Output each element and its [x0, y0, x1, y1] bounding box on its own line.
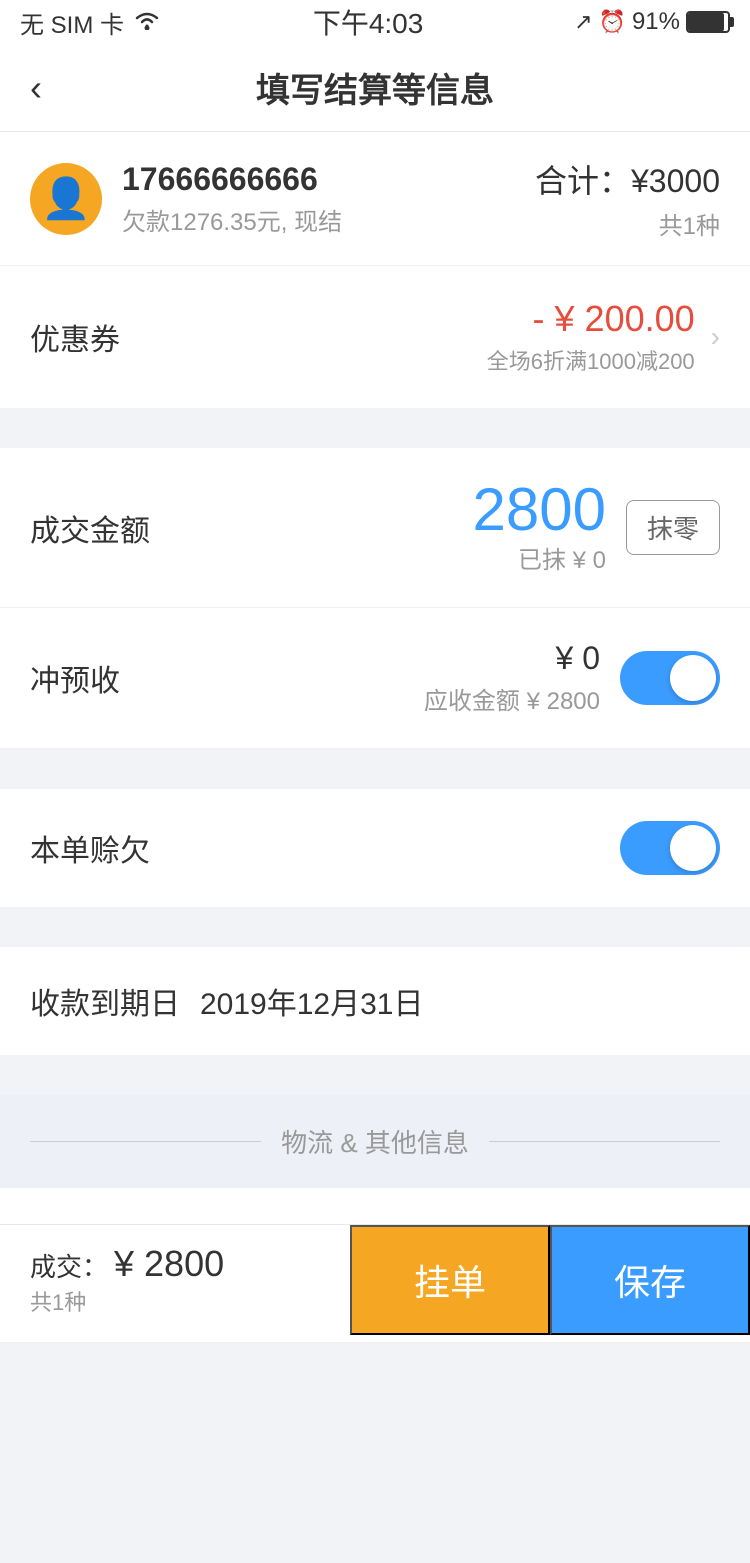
user-icon: 👤 — [41, 175, 91, 222]
duedate-label: 收款到期日 — [30, 979, 180, 1023]
status-right: ↗ ⏰ 91% — [574, 8, 730, 36]
gray-divider-4 — [0, 1075, 750, 1095]
chongyu-label: 冲预收 — [30, 656, 120, 700]
benshanqiaoqian-row: 本单赊欠 — [0, 789, 750, 907]
chongyu-amount: ¥ 0 — [424, 640, 600, 677]
logistics-label: 物流 & 其他信息 — [261, 1123, 489, 1160]
customer-sub-info: 欠款1276.35元, 现结 — [122, 202, 342, 237]
logistics-line-left — [30, 1141, 261, 1142]
duedate-row: 收款到期日 2019年12月31日 — [0, 947, 750, 1055]
location-icon: ↗ — [574, 9, 592, 35]
coupon-desc: 全场6折满1000减200 — [487, 344, 695, 376]
footer: 成交： ¥ 2800 共1种 挂单 保存 — [0, 1224, 750, 1334]
customer-left: 👤 17666666666 欠款1276.35元, 现结 — [30, 161, 342, 237]
save-button[interactable]: 保存 — [550, 1225, 750, 1335]
hang-order-button[interactable]: 挂单 — [350, 1225, 550, 1335]
logistics-line-right — [489, 1141, 720, 1142]
footer-info: 成交： ¥ 2800 共1种 — [0, 1243, 350, 1317]
coupon-chevron-icon: › — [711, 321, 720, 353]
alarm-icon: ⏰ — [599, 9, 626, 35]
benshanqiaoqian-label: 本单赊欠 — [30, 826, 150, 870]
sim-text: 无 SIM 卡 — [20, 5, 124, 40]
avatar: 👤 — [30, 163, 102, 235]
battery-percent: 91% — [632, 8, 680, 36]
nav-bar: ‹ 填写结算等信息 — [0, 44, 750, 132]
toggle-knob — [670, 655, 716, 701]
battery-icon — [686, 11, 730, 33]
deal-section: 成交金额 2800 已抹 ¥ 0 抹零 冲预收 ¥ 0 应收金额 ¥ 2800 — [0, 448, 750, 749]
coupon-label: 优惠券 — [30, 315, 120, 359]
chongyu-right: ¥ 0 应收金额 ¥ 2800 — [424, 640, 720, 716]
deal-amount-row: 成交金额 2800 已抹 ¥ 0 抹零 — [0, 448, 750, 608]
benshanqiaoqian-toggle[interactable] — [620, 821, 720, 875]
benshanqiaoqian-toggle-knob — [670, 825, 716, 871]
deal-amount-value: 2800 — [473, 480, 606, 540]
customer-info: 17666666666 欠款1276.35元, 现结 — [122, 161, 342, 237]
customer-section: 👤 17666666666 欠款1276.35元, 现结 合计：¥3000 共1… — [0, 132, 750, 408]
duedate-value: 2019年12月31日 — [200, 979, 423, 1023]
customer-right: 合计：¥3000 共1种 — [535, 156, 720, 241]
total-amount: 合计：¥3000 — [535, 156, 720, 202]
footer-deal-label: 成交： — [30, 1247, 108, 1284]
page-title: 填写结算等信息 — [256, 63, 494, 112]
customer-phone: 17666666666 — [122, 161, 342, 198]
customer-row: 👤 17666666666 欠款1276.35元, 现结 合计：¥3000 共1… — [0, 132, 750, 265]
back-button[interactable]: ‹ — [30, 67, 90, 109]
chongyu-toggle[interactable] — [620, 651, 720, 705]
chongyu-row: 冲预收 ¥ 0 应收金额 ¥ 2800 — [0, 608, 750, 749]
status-time: 下午4:03 — [313, 2, 424, 42]
status-bar: 无 SIM 卡 下午4:03 ↗ ⏰ 91% — [0, 0, 750, 44]
gray-divider-1 — [0, 428, 750, 448]
wifi-icon — [132, 8, 162, 37]
bottom-gray-area — [0, 1363, 750, 1563]
logistics-header: 物流 & 其他信息 — [0, 1095, 750, 1188]
duedate-section: 收款到期日 2019年12月31日 — [0, 947, 750, 1055]
footer-count: 共1种 — [30, 1285, 320, 1317]
total-count: 共1种 — [535, 206, 720, 241]
status-left: 无 SIM 卡 — [20, 5, 162, 40]
coupon-row[interactable]: 优惠券 - ¥ 200.00 全场6折满1000减200 › — [0, 265, 750, 408]
chongyu-sub: 应收金额 ¥ 2800 — [424, 681, 600, 716]
footer-deal-amount: ¥ 2800 — [114, 1243, 224, 1285]
round-button[interactable]: 抹零 — [626, 500, 720, 555]
deal-label: 成交金额 — [30, 506, 150, 550]
coupon-discount: - ¥ 200.00 — [487, 298, 695, 340]
gray-divider-3 — [0, 927, 750, 947]
gray-divider-2 — [0, 769, 750, 789]
deal-amount-sub: 已抹 ¥ 0 — [473, 540, 606, 575]
benshanqiaoqian-section: 本单赊欠 — [0, 789, 750, 907]
